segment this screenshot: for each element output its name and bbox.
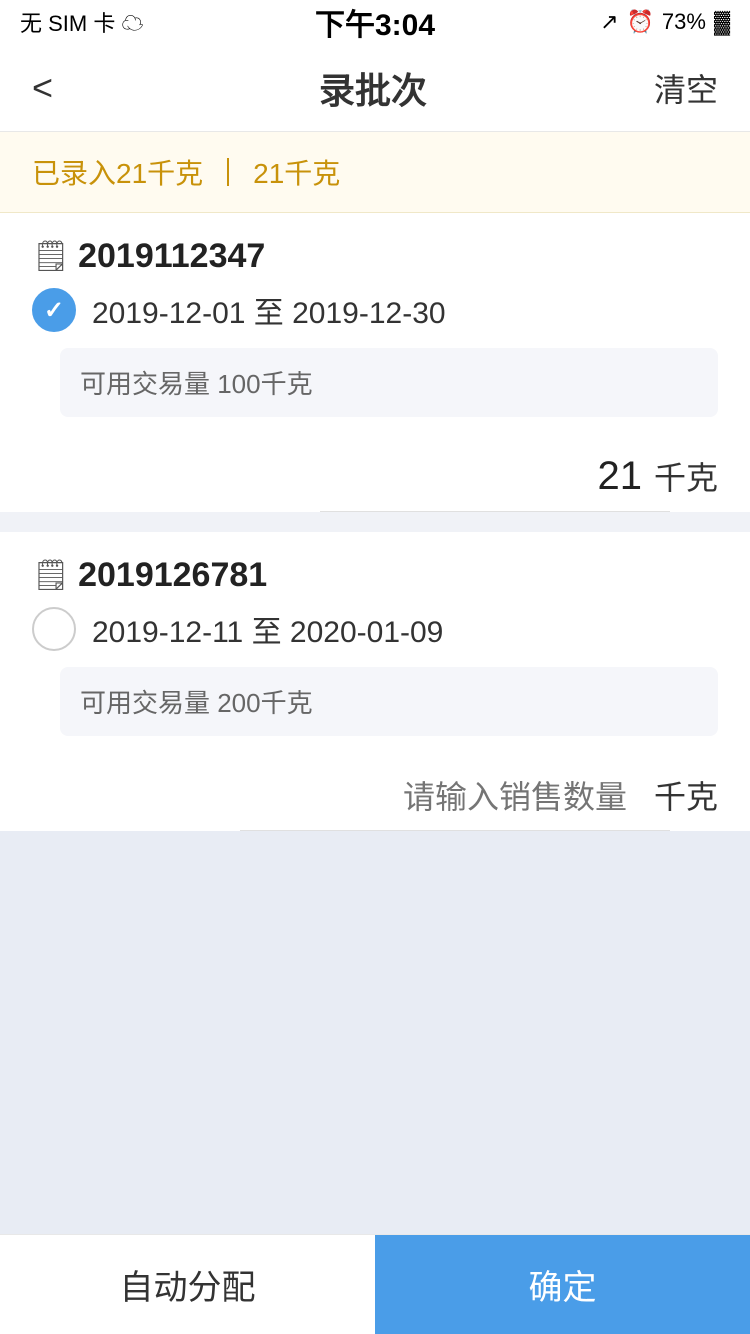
- batch-1-radio[interactable]: [32, 288, 76, 332]
- page-title: 录批次: [319, 62, 427, 114]
- status-left: 无 SIM 卡 ☁: [20, 6, 143, 38]
- status-right: ↗ ⏰ 73% ▓: [600, 9, 730, 35]
- info-banner: 已录入21千克 21千克: [0, 132, 750, 213]
- batch-2-qty-unit: 千克: [654, 772, 718, 818]
- banner-divider: [227, 158, 229, 186]
- battery-label: 73%: [662, 9, 706, 35]
- sim-label: 无 SIM 卡 ☁: [20, 6, 143, 38]
- batch-2-number: 2019126781: [78, 556, 267, 595]
- status-time: 下午3:04: [315, 0, 435, 44]
- batch-2-header: 🗒 2019126781: [32, 556, 718, 595]
- confirm-button[interactable]: 确定: [375, 1235, 750, 1334]
- batch-2-row: 2019-12-11 至 2020-01-09: [32, 607, 718, 651]
- batch-1-icon: 🗒: [32, 239, 70, 274]
- batch-1-qty-unit: 千克: [654, 453, 718, 499]
- section-gap-1: [0, 512, 750, 532]
- alarm-icon: ⏰: [627, 9, 654, 35]
- location-icon: ↗: [600, 9, 618, 35]
- auto-distribute-button[interactable]: 自动分配: [0, 1235, 375, 1334]
- entered-value: 21千克: [253, 152, 340, 192]
- entered-label: 已录入21千克: [32, 152, 203, 192]
- batch-1-qty-value: 21: [597, 454, 642, 499]
- back-button[interactable]: <: [32, 67, 92, 109]
- batch-2-icon: 🗒: [32, 558, 70, 593]
- batch-2-card: 🗒 2019126781 2019-12-11 至 2020-01-09 可用交…: [0, 532, 750, 831]
- batch-2-available: 可用交易量 200千克: [60, 667, 718, 736]
- batch-1-row: 2019-12-01 至 2019-12-30: [32, 288, 718, 332]
- batch-1-header: 🗒 2019112347: [32, 237, 718, 276]
- batch-1-number: 2019112347: [78, 237, 265, 276]
- batch-2-date-range: 2019-12-11 至 2020-01-09: [92, 607, 443, 651]
- bottom-bar: 自动分配 确定: [0, 1234, 750, 1334]
- batch-2-input-row: 千克: [0, 756, 750, 818]
- batch-1-available: 可用交易量 100千克: [60, 348, 718, 417]
- batch-1-date-range: 2019-12-01 至 2019-12-30: [92, 288, 446, 332]
- batch-2-radio[interactable]: [32, 607, 76, 651]
- nav-bar: < 录批次 清空: [0, 44, 750, 132]
- status-bar: 无 SIM 卡 ☁ 下午3:04 ↗ ⏰ 73% ▓: [0, 0, 750, 44]
- battery-icon: ▓: [714, 9, 730, 35]
- batch-1-card: 🗒 2019112347 2019-12-01 至 2019-12-30 可用交…: [0, 213, 750, 512]
- batch-1-qty-row: 21 千克: [0, 437, 750, 499]
- batch-2-qty-input[interactable]: [342, 779, 642, 816]
- clear-button[interactable]: 清空: [654, 65, 718, 111]
